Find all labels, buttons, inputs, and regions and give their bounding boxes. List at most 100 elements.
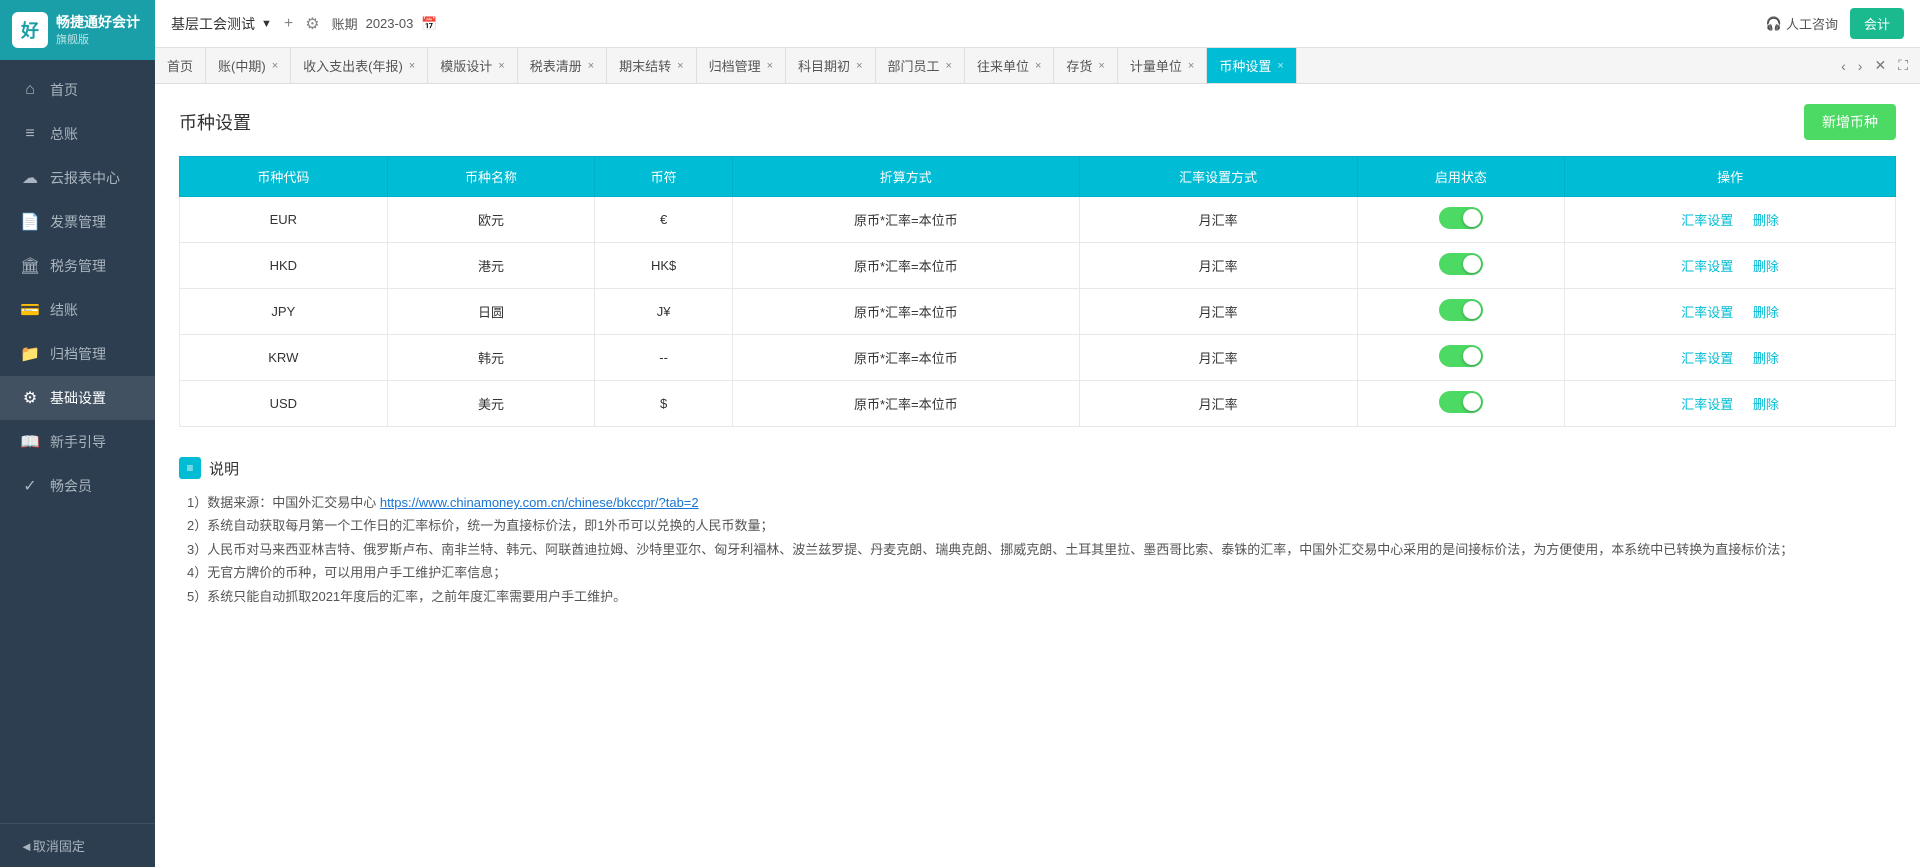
toggle-enabled-4[interactable]	[1439, 391, 1483, 413]
cell-action-4: 汇率设置 删除	[1565, 381, 1896, 427]
tab-maximize-icon[interactable]: ⛶	[1894, 53, 1912, 78]
account-button[interactable]: 会计	[1850, 8, 1904, 39]
tab-tax-close[interactable]: ×	[588, 60, 594, 72]
cell-rate-type-4: 月汇率	[1079, 381, 1357, 427]
col-header-action: 操作	[1565, 157, 1896, 197]
tab-currency-close[interactable]: ×	[1277, 60, 1283, 72]
cell-code-0: EUR	[180, 197, 388, 243]
sidebar-item-tax[interactable]: 🏛 税务管理	[0, 244, 155, 288]
cell-action-3: 汇率设置 删除	[1565, 335, 1896, 381]
app-logo-icon: 好	[12, 12, 48, 48]
tab-period-end-close[interactable]: ×	[677, 60, 683, 72]
tab-dept-close[interactable]: ×	[946, 60, 952, 72]
tab-template-label: 模版设计	[440, 56, 492, 75]
invoice-icon: 📄	[20, 212, 40, 232]
headset-icon: 🎧	[1766, 16, 1782, 32]
delete-link-0[interactable]: 删除	[1753, 213, 1779, 228]
add-tab-icon[interactable]: +	[284, 15, 293, 33]
notes-title: 说明	[209, 458, 239, 479]
tab-template[interactable]: 模版设计 ×	[428, 48, 517, 84]
delete-link-4[interactable]: 删除	[1753, 397, 1779, 412]
tab-unit[interactable]: 计量单位 ×	[1118, 48, 1207, 84]
tab-income-close[interactable]: ×	[409, 60, 415, 72]
tab-currency[interactable]: 币种设置 ×	[1207, 48, 1296, 84]
tab-dept[interactable]: 部门员工 ×	[876, 48, 965, 84]
toggle-enabled-0[interactable]	[1439, 207, 1483, 229]
cell-symbol-3: --	[595, 335, 733, 381]
sidebar-label-reports: 云报表中心	[50, 168, 120, 188]
tax-icon: 🏛	[20, 256, 40, 276]
cell-status-0	[1357, 197, 1565, 243]
tab-tax-label: 税表清册	[530, 56, 582, 75]
company-selector[interactable]: 基层工会测试 ▼	[171, 14, 272, 34]
new-currency-button[interactable]: 新增币种	[1804, 104, 1896, 140]
tab-unit-close[interactable]: ×	[1188, 60, 1194, 72]
cell-name-4: 美元	[387, 381, 595, 427]
help-button[interactable]: 🎧 人工咨询	[1766, 14, 1838, 33]
sidebar-item-archive[interactable]: 📁 归档管理	[0, 332, 155, 376]
sidebar-item-invoice[interactable]: 📄 发票管理	[0, 200, 155, 244]
cell-calc-3: 原币*汇率=本位币	[732, 335, 1079, 381]
sidebar-pin-toggle[interactable]: ◄取消固定	[0, 823, 155, 867]
tab-period-end[interactable]: 期末结转 ×	[607, 48, 696, 84]
tab-inventory[interactable]: 存货 ×	[1054, 48, 1117, 84]
sidebar-item-checkout[interactable]: 💳 结账	[0, 288, 155, 332]
notes-item: 4）无官方牌价的币种，可以用用户手工维护汇率信息；	[187, 561, 1896, 584]
sidebar-item-guide[interactable]: 📖 新手引导	[0, 420, 155, 464]
tab-nav-prev-icon[interactable]: ‹	[1837, 54, 1850, 78]
delete-link-3[interactable]: 删除	[1753, 351, 1779, 366]
rate-setting-link-2[interactable]: 汇率设置	[1681, 305, 1733, 320]
sidebar-item-member[interactable]: ✓ 畅会员	[0, 464, 155, 508]
delete-link-2[interactable]: 删除	[1753, 305, 1779, 320]
sidebar-item-reports[interactable]: ☁ 云报表中心	[0, 156, 155, 200]
calendar-icon[interactable]: 📅	[421, 16, 437, 32]
sidebar-label-archive: 归档管理	[50, 344, 106, 364]
cell-rate-type-0: 月汇率	[1079, 197, 1357, 243]
guide-icon: 📖	[20, 432, 40, 452]
tab-income[interactable]: 收入支出表(年报) ×	[291, 48, 428, 84]
delete-link-1[interactable]: 删除	[1753, 259, 1779, 274]
cell-code-4: USD	[180, 381, 388, 427]
tab-subjects-close[interactable]: ×	[856, 60, 862, 72]
sidebar-item-settings[interactable]: ⚙ 基础设置	[0, 376, 155, 420]
tab-template-close[interactable]: ×	[498, 60, 504, 72]
cell-calc-1: 原币*汇率=本位币	[732, 243, 1079, 289]
tab-archive-close[interactable]: ×	[767, 60, 773, 72]
sidebar-label-home: 首页	[50, 80, 78, 100]
tab-tax[interactable]: 税表清册 ×	[518, 48, 607, 84]
tab-subjects[interactable]: 科目期初 ×	[786, 48, 875, 84]
tab-period[interactable]: 账(中期) ×	[206, 48, 291, 84]
cell-symbol-4: $	[595, 381, 733, 427]
settings-gear-icon[interactable]: ⚙	[305, 14, 319, 34]
tab-nav-next-icon[interactable]: ›	[1854, 54, 1867, 78]
tab-archive[interactable]: 归档管理 ×	[697, 48, 786, 84]
rate-setting-link-4[interactable]: 汇率设置	[1681, 397, 1733, 412]
col-header-calc: 折算方式	[732, 157, 1079, 197]
sidebar-label-invoice: 发票管理	[50, 212, 106, 232]
sidebar-logo: 好 畅捷通好会计 旗舰版	[0, 0, 155, 60]
rate-setting-link-0[interactable]: 汇率设置	[1681, 213, 1733, 228]
toggle-enabled-3[interactable]	[1439, 345, 1483, 367]
checkout-icon: 💳	[20, 300, 40, 320]
tab-inventory-close[interactable]: ×	[1098, 60, 1104, 72]
cell-name-1: 港元	[387, 243, 595, 289]
rate-setting-link-3[interactable]: 汇率设置	[1681, 351, 1733, 366]
tab-period-close[interactable]: ×	[272, 60, 278, 72]
tab-close-current-icon[interactable]: ✕	[1870, 53, 1890, 78]
tab-partner[interactable]: 往来单位 ×	[965, 48, 1054, 84]
col-header-rate-type: 汇率设置方式	[1079, 157, 1357, 197]
notes-icon: ≡	[179, 457, 201, 479]
sidebar-item-ledger[interactable]: ≡ 总账	[0, 112, 155, 156]
tab-home-label: 首页	[167, 56, 193, 75]
toggle-enabled-2[interactable]	[1439, 299, 1483, 321]
notes-link[interactable]: https://www.chinamoney.com.cn/chinese/bk…	[380, 495, 699, 510]
cell-status-2	[1357, 289, 1565, 335]
notes-list: 1）数据来源：中国外汇交易中心 https://www.chinamoney.c…	[179, 491, 1896, 608]
sidebar-item-home[interactable]: ⌂ 首页	[0, 68, 155, 112]
toggle-enabled-1[interactable]	[1439, 253, 1483, 275]
main-area: 基层工会测试 ▼ + ⚙ 账期 2023-03 📅 🎧 人工咨询 会计 首页 账…	[155, 0, 1920, 867]
tab-home[interactable]: 首页	[155, 48, 206, 84]
tab-income-label: 收入支出表(年报)	[303, 56, 403, 75]
tab-partner-close[interactable]: ×	[1035, 60, 1041, 72]
rate-setting-link-1[interactable]: 汇率设置	[1681, 259, 1733, 274]
